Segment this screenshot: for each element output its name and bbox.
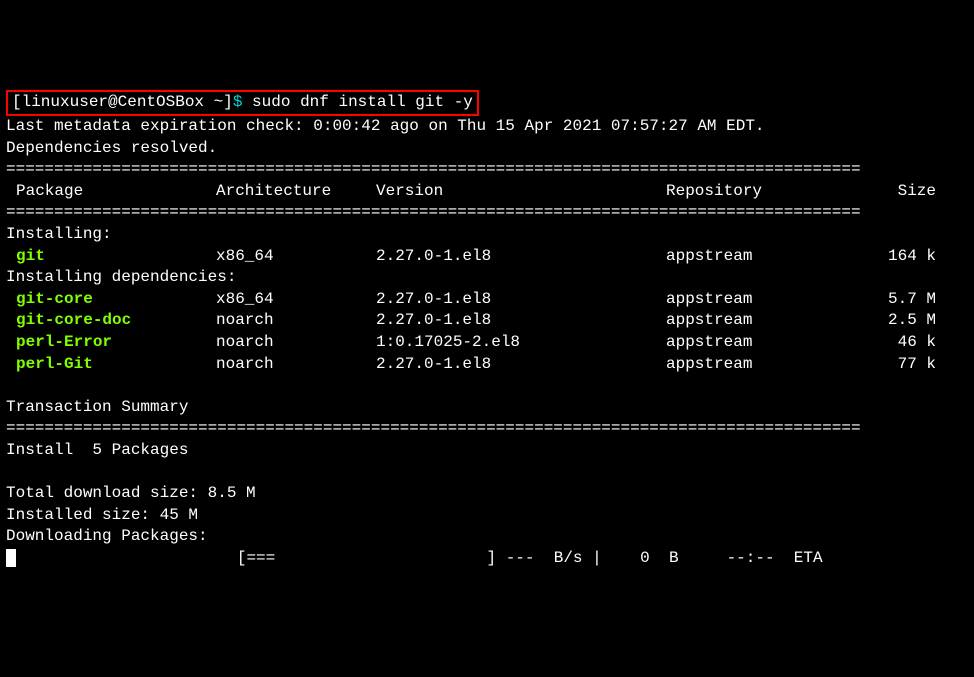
installed-size: Installed size: 45 M [6,506,198,524]
header-size: Size [856,181,936,203]
package-size: 46 k [856,332,936,354]
downloading-label: Downloading Packages: [6,527,208,545]
package-size: 5.7 M [856,289,936,311]
package-version: 2.27.0-1.el8 [376,246,666,268]
package-version: 2.27.0-1.el8 [376,289,666,311]
progress-divider: | [592,549,602,567]
prompt-symbol: $ [233,93,243,111]
table-row: git-core x86_642.27.0-1.el8appstream5.7 M [6,289,968,311]
package-name: git-core [16,290,93,308]
metadata-line: Last metadata expiration check: 0:00:42 … [6,117,765,135]
prompt-user-host: [linuxuser@CentOSBox ~] [12,93,233,111]
package-repo: appstream [666,354,856,376]
header-repo: Repository [666,181,856,203]
header-version: Version [376,181,666,203]
separator-line: ========================================… [6,418,968,440]
package-version: 2.27.0-1.el8 [376,310,666,332]
package-name: perl-Error [16,333,112,351]
package-arch: x86_64 [216,289,376,311]
progress-speed: --- B/s [506,549,583,567]
package-size: 77 k [856,354,936,376]
header-package: Package [6,181,216,203]
package-repo: appstream [666,246,856,268]
cursor [6,549,16,567]
installing-deps-label: Installing dependencies: [6,268,236,286]
command-text: sudo dnf install git -y [242,93,472,111]
package-name: git [16,247,45,265]
deps-resolved: Dependencies resolved. [6,139,217,157]
header-arch: Architecture [216,181,376,203]
install-count: Install 5 Packages [6,441,188,459]
package-arch: noarch [216,354,376,376]
table-row: perl-Git noarch2.27.0-1.el8appstream 77 k [6,354,968,376]
package-arch: noarch [216,310,376,332]
progress-bytes: 0 B [611,549,678,567]
table-row: git x86_642.27.0-1.el8appstream164 k [6,246,968,268]
package-version: 2.27.0-1.el8 [376,354,666,376]
package-name: perl-Git [16,355,93,373]
progress-eta: --:-- ETA [727,549,823,567]
package-version: 1:0.17025-2.el8 [376,332,666,354]
installing-label: Installing: [6,225,112,243]
package-repo: appstream [666,289,856,311]
command-highlight: [linuxuser@CentOSBox ~]$ sudo dnf instal… [6,90,479,116]
table-header: PackageArchitectureVersionRepositorySize [6,181,968,203]
table-row: perl-Error noarch1:0.17025-2.el8appstream… [6,332,968,354]
package-repo: appstream [666,332,856,354]
progress-bar: [=== ] [237,549,496,567]
package-arch: x86_64 [216,246,376,268]
package-repo: appstream [666,310,856,332]
package-size: 2.5 M [856,310,936,332]
separator-line: ========================================… [6,159,968,181]
package-arch: noarch [216,332,376,354]
package-size: 164 k [856,246,936,268]
transaction-summary: Transaction Summary [6,398,188,416]
separator-line: ========================================… [6,202,968,224]
terminal-output: [linuxuser@CentOSBox ~]$ sudo dnf instal… [6,90,968,569]
package-name: git-core-doc [16,311,131,329]
table-row: git-core-doc noarch2.27.0-1.el8appstream2… [6,310,968,332]
download-size: Total download size: 8.5 M [6,484,256,502]
